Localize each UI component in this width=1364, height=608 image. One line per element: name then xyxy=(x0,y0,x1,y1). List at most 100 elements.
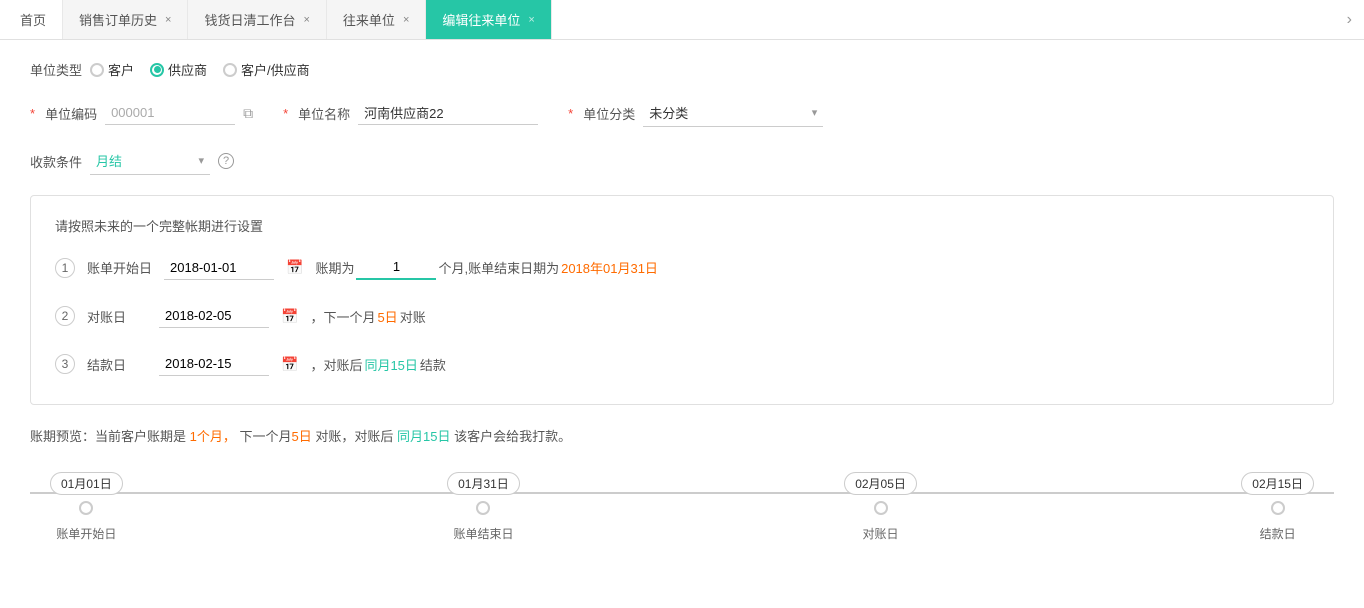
unit-type-radio-group: 客户 供应商 客户/供应商 xyxy=(90,60,310,79)
period-desc-2: ，下一个月 5日 对账 xyxy=(310,307,425,326)
period-highlight-date-1: 2018年01月31日 xyxy=(561,258,658,277)
period-desc-1: 账期为 个月,账单结束日期为 2018年01月31日 xyxy=(315,255,657,280)
timeline-points: 01月01日 账单开始日 01月31日 账单结束日 02月05日 对账日 02月… xyxy=(50,472,1314,542)
payment-terms-dropdown[interactable]: 月结 ▾ xyxy=(90,147,210,175)
tab-sales-history-close[interactable]: × xyxy=(165,14,171,26)
radio-customer-supplier-circle xyxy=(223,63,237,77)
payment-terms-row: 收款条件 月结 ▾ ? xyxy=(30,147,1334,175)
tab-home[interactable]: 首页 xyxy=(0,0,63,39)
period-desc-2-prefix: ，下一个月 xyxy=(310,307,375,326)
period-row-2: 2 对账日 📅 ，下一个月 5日 对账 xyxy=(55,304,1309,328)
main-content: 单位类型 客户 供应商 客户/供应商 * 单位编码 xyxy=(0,40,1364,608)
radio-customer[interactable]: 客户 xyxy=(90,60,134,79)
period-section: 请按照未来的一个完整帐期进行设置 1 账单开始日 📅 账期为 个月,账单结束日期… xyxy=(30,195,1334,405)
radio-customer-label: 客户 xyxy=(108,60,134,79)
period-calendar-3[interactable]: 📅 xyxy=(281,356,298,373)
tabs-scroll-right[interactable]: › xyxy=(1335,11,1364,29)
period-date-1[interactable] xyxy=(164,256,274,280)
radio-supplier[interactable]: 供应商 xyxy=(150,60,207,79)
period-desc-3: ，对账后 同月15日 结款 xyxy=(310,355,446,374)
unit-name-input[interactable] xyxy=(358,101,538,125)
unit-category-dropdown[interactable]: 未分类 ▾ xyxy=(643,99,823,127)
timeline-point-3: 02月15日 结款日 xyxy=(1241,472,1314,542)
timeline-sublabel-2: 对账日 xyxy=(863,525,899,542)
radio-supplier-circle xyxy=(150,63,164,77)
period-row-1: 1 账单开始日 📅 账期为 个月,账单结束日期为 2018年01月31日 xyxy=(55,255,1309,280)
payment-terms-value: 月结 xyxy=(96,151,192,170)
tab-cash-workbench-label: 钱货日清工作台 xyxy=(204,10,295,29)
radio-supplier-label: 供应商 xyxy=(168,60,207,79)
payment-terms-help[interactable]: ? xyxy=(218,153,234,169)
unit-type-label: 单位类型 xyxy=(30,60,82,79)
unit-name-label: 单位名称 xyxy=(298,104,350,123)
period-desc-2-suffix: 对账 xyxy=(400,307,426,326)
unit-category-label: 单位分类 xyxy=(583,104,635,123)
tab-sales-history[interactable]: 销售订单历史 × xyxy=(63,0,188,39)
period-label-2: 对账日 xyxy=(87,307,147,326)
payment-terms-arrow: ▾ xyxy=(198,154,204,167)
preview-period: 1个月， xyxy=(190,429,236,444)
timeline-badge-0: 01月01日 xyxy=(50,472,123,495)
section-title: 请按照未来的一个完整帐期进行设置 xyxy=(55,216,1309,235)
timeline-point-2: 02月05日 对账日 xyxy=(844,472,917,542)
preview-payment-day: 同月15日 xyxy=(397,429,450,444)
tab-cash-workbench[interactable]: 钱货日清工作台 × xyxy=(188,0,326,39)
timeline-badge-1: 01月31日 xyxy=(447,472,520,495)
payment-terms-label: 收款条件 xyxy=(30,152,82,171)
preview-reconcile-day: 5日 xyxy=(292,429,312,444)
timeline-dot-3 xyxy=(1271,501,1285,515)
period-num-2: 2 xyxy=(55,306,75,326)
tabs-bar: 首页 销售订单历史 × 钱货日清工作台 × 往来单位 × 编辑往来单位 × › xyxy=(0,0,1364,40)
tab-counterparty[interactable]: 往来单位 × xyxy=(327,0,426,39)
period-desc-3-suffix: 结款 xyxy=(420,355,446,374)
tab-edit-counterparty-label: 编辑往来单位 xyxy=(442,10,520,29)
unit-code-label: 单位编码 xyxy=(45,104,97,123)
timeline-sublabel-3: 结款日 xyxy=(1260,525,1296,542)
tab-edit-counterparty[interactable]: 编辑往来单位 × xyxy=(426,0,551,39)
preview-text: 账期预览：当前客户账期是 1个月， 下一个月5日 对账，对账后 同月15日 该客… xyxy=(30,425,1334,448)
tab-sales-history-label: 销售订单历史 xyxy=(79,10,157,29)
preview-ending: 该客户会给我打款。 xyxy=(454,429,571,444)
period-highlight-day-3: 同月15日 xyxy=(364,355,417,374)
unit-name-star: * xyxy=(283,106,288,121)
period-label-1: 账单开始日 xyxy=(87,258,152,277)
timeline: 01月01日 账单开始日 01月31日 账单结束日 02月05日 对账日 02月… xyxy=(30,472,1334,542)
timeline-sublabel-0: 账单开始日 xyxy=(56,525,116,542)
unit-type-field: 单位类型 客户 供应商 客户/供应商 xyxy=(30,60,310,79)
timeline-sublabel-1: 账单结束日 xyxy=(453,525,513,542)
unit-category-value: 未分类 xyxy=(649,103,805,122)
unit-category-arrow: ▾ xyxy=(812,106,818,119)
tab-counterparty-close[interactable]: × xyxy=(403,14,409,26)
radio-customer-circle xyxy=(90,63,104,77)
unit-code-field: * 单位编码 ⧉ xyxy=(30,101,253,125)
unit-category-star: * xyxy=(568,106,573,121)
unit-name-field: * 单位名称 xyxy=(283,101,538,125)
preview-reconcile-prefix: 下一个月 xyxy=(240,429,292,444)
tab-cash-workbench-close[interactable]: × xyxy=(303,14,309,26)
radio-customer-supplier-label: 客户/供应商 xyxy=(241,60,310,79)
unit-code-copy-icon[interactable]: ⧉ xyxy=(243,105,253,122)
period-date-3[interactable] xyxy=(159,352,269,376)
timeline-dot-0 xyxy=(79,501,93,515)
timeline-point-0: 01月01日 账单开始日 xyxy=(50,472,123,542)
period-num-1: 1 xyxy=(55,258,75,278)
period-label-3: 结款日 xyxy=(87,355,147,374)
tab-counterparty-label: 往来单位 xyxy=(343,10,395,29)
unit-category-field: * 单位分类 未分类 ▾ xyxy=(568,99,823,127)
unit-code-input[interactable] xyxy=(105,101,235,125)
preview-reconcile-suffix: 对账，对账后 xyxy=(312,429,394,444)
tab-edit-counterparty-close[interactable]: × xyxy=(528,14,534,26)
period-num-3: 3 xyxy=(55,354,75,374)
timeline-badge-3: 02月15日 xyxy=(1241,472,1314,495)
period-calendar-2[interactable]: 📅 xyxy=(281,308,298,325)
payment-terms-field: 收款条件 月结 ▾ ? xyxy=(30,147,234,175)
period-desc-1-suffix: 个月,账单结束日期为 xyxy=(438,258,559,277)
period-calendar-1[interactable]: 📅 xyxy=(286,259,303,276)
period-month-input[interactable] xyxy=(356,255,436,280)
period-date-2[interactable] xyxy=(159,304,269,328)
unit-code-star: * xyxy=(30,106,35,121)
period-row-3: 3 结款日 📅 ，对账后 同月15日 结款 xyxy=(55,352,1309,376)
unit-type-row: 单位类型 客户 供应商 客户/供应商 xyxy=(30,60,1334,79)
radio-customer-supplier[interactable]: 客户/供应商 xyxy=(223,60,310,79)
unit-info-row: * 单位编码 ⧉ * 单位名称 * 单位分类 未分类 ▾ xyxy=(30,99,1334,127)
